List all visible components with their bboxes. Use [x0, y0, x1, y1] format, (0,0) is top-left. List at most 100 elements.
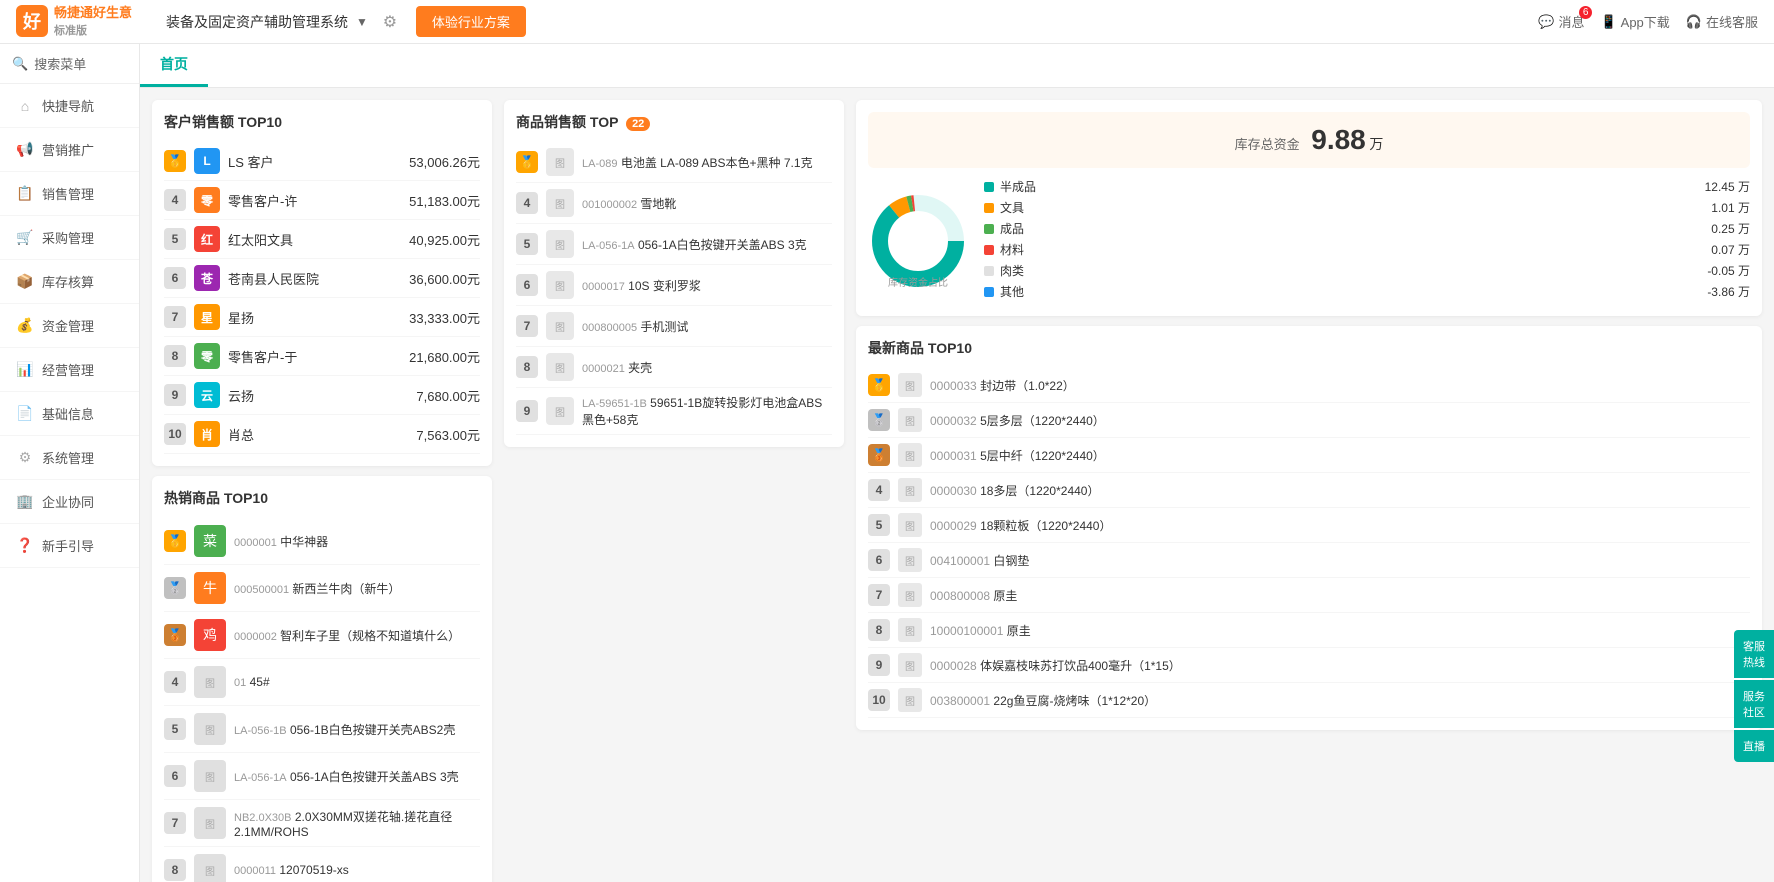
product-rank-item: 9 图 LA-59651-1B 59651-1B旋转投影灯电池盒ABS黑色+58… [516, 388, 832, 435]
system-dropdown-icon[interactable]: ▼ [356, 15, 368, 29]
gear-icon[interactable]: ⚙ [376, 8, 404, 36]
hot-product-item: 4 图 01 45# [164, 659, 480, 706]
service-hotline-button[interactable]: 客服热线 [1734, 630, 1774, 678]
new-product-item: 🥇 图 0000033 封边带（1.0*22） [868, 368, 1750, 403]
customer-name: 星扬 [228, 308, 401, 327]
new-product-item: 7 图 000800008 原圭 [868, 578, 1750, 613]
customer-rank-card: 客户销售额 TOP10 🥇 L LS 客户 53,006.26元 4 零 零售客 [152, 100, 492, 466]
np-rank: 9 [868, 654, 890, 676]
rank-number: 6 [164, 267, 186, 289]
new-product-item: 8 图 10000100001 原圭 [868, 613, 1750, 648]
new-products-list: 🥇 图 0000033 封边带（1.0*22） 🥈 图 0000032 5层多层… [868, 368, 1750, 718]
sidebar-item-system[interactable]: ⚙ 系统管理 [0, 436, 139, 480]
customer-name: 零售客户-于 [228, 347, 401, 366]
np-info: 0000029 18颗粒板（1220*2440） [930, 517, 1750, 534]
np-image: 图 [898, 548, 922, 572]
purchase-icon: 🛒 [16, 229, 34, 247]
home-icon: ⌂ [16, 97, 34, 115]
hot-product-item: 🥉 鸡 0000002 智利车子里（规格不知道填什么） [164, 612, 480, 659]
avatar: 星 [194, 304, 220, 330]
np-rank: 6 [868, 549, 890, 571]
hp-info: LA-056-1A 056-1A白色按键开关盖ABS 3壳 [234, 768, 480, 785]
float-buttons: 客服热线 服务社区 直播 [1734, 630, 1774, 762]
np-info: 0000032 5层多层（1220*2440） [930, 412, 1750, 429]
avatar: 苍 [194, 265, 220, 291]
legend-item: 半成品 12.45 万 [984, 178, 1750, 195]
trial-button[interactable]: 体验行业方案 [416, 6, 526, 37]
app-download-button[interactable]: 📱 App下载 [1600, 12, 1669, 31]
message-button[interactable]: 💬 消息 6 [1538, 12, 1584, 31]
logo-icon: 好 [16, 5, 48, 37]
rank-item: 7 星 星扬 33,333.00元 [164, 298, 480, 337]
rank-number: 5 [516, 233, 538, 255]
np-image: 图 [898, 408, 922, 432]
chart-label: 库存资金占比 [868, 274, 968, 289]
nav-tabs: 首页 [140, 44, 1774, 88]
hp-info: 0000002 智利车子里（规格不知道填什么） [234, 627, 480, 644]
customer-name: 苍南县人民医院 [228, 269, 401, 288]
search-menu[interactable]: 🔍 搜索菜单 [0, 44, 139, 84]
legend-color [984, 266, 994, 276]
rank-item: 8 零 零售客户-于 21,680.00元 [164, 337, 480, 376]
product-image: 图 [546, 271, 574, 299]
np-image: 图 [898, 478, 922, 502]
product-rank-item: 🥇 图 LA-089 电池盖 LA-089 ABS本色+黑种 7.1克 [516, 142, 832, 183]
hp-info: 0000011 12070519-xs [234, 863, 480, 877]
product-info: LA-056-1A 056-1A白色按键开关盖ABS 3克 [582, 236, 832, 253]
donut-container: 库存资金占比 半成品 12.45 万 文具 1.01 万 [868, 178, 1750, 304]
system-selector[interactable]: 装备及固定资产辅助管理系统 ▼ ⚙ 体验行业方案 [156, 6, 1538, 37]
sidebar-item-finance[interactable]: 💰 资金管理 [0, 304, 139, 348]
search-icon: 🔍 [12, 56, 28, 72]
customer-value: 7,680.00元 [416, 386, 480, 405]
legend-item: 文具 1.01 万 [984, 199, 1750, 216]
service-button[interactable]: 🎧 在线客服 [1686, 12, 1758, 31]
tab-home[interactable]: 首页 [140, 44, 208, 87]
new-product-item: 🥈 图 0000032 5层多层（1220*2440） [868, 403, 1750, 438]
hp-image: 菜 [194, 525, 226, 557]
enterprise-icon: 🏢 [16, 493, 34, 511]
np-info: 004100001 白钢垫 [930, 552, 1750, 569]
rank-number: 9 [164, 384, 186, 406]
hp-rank: 8 [164, 859, 186, 881]
product-info: 0000021 夹壳 [582, 359, 832, 376]
avatar: 零 [194, 187, 220, 213]
sidebar-item-enterprise[interactable]: 🏢 企业协同 [0, 480, 139, 524]
rank-item: 6 苍 苍南县人民医院 36,600.00元 [164, 259, 480, 298]
hot-products-card: 热销商品 TOP10 🥇 菜 0000001 中华神器 🥈 牛 [152, 476, 492, 882]
rank-number: 7 [164, 306, 186, 328]
stock-icon: 📦 [16, 273, 34, 291]
rank-number: 9 [516, 400, 538, 422]
product-rank-title: 商品销售额 TOP 22 [516, 112, 832, 132]
sidebar-item-marketing[interactable]: 📢 营销推广 [0, 128, 139, 172]
product-rank-item: 8 图 0000021 夹壳 [516, 347, 832, 388]
sidebar-item-purchase[interactable]: 🛒 采购管理 [0, 216, 139, 260]
hp-rank: 6 [164, 765, 186, 787]
live-button[interactable]: 直播 [1734, 730, 1774, 762]
product-info: 000800005 手机测试 [582, 318, 832, 335]
hot-product-item: 8 图 0000011 12070519-xs [164, 847, 480, 882]
hp-info: 0000001 中华神器 [234, 533, 480, 550]
sidebar-item-quick-nav[interactable]: ⌂ 快捷导航 [0, 84, 139, 128]
np-image: 图 [898, 688, 922, 712]
sidebar-item-operation[interactable]: 📊 经营管理 [0, 348, 139, 392]
operation-icon: 📊 [16, 361, 34, 379]
service-community-button[interactable]: 服务社区 [1734, 680, 1774, 728]
avatar: 云 [194, 382, 220, 408]
column-left: 客户销售额 TOP10 🥇 L LS 客户 53,006.26元 4 零 零售客 [152, 100, 492, 870]
hp-rank: 🥇 [164, 530, 186, 552]
new-products-title: 最新商品 TOP10 [868, 338, 1750, 358]
hp-image: 鸡 [194, 619, 226, 651]
stock-total-unit: 万 [1369, 136, 1383, 152]
rank-item: 🥇 L LS 客户 53,006.26元 [164, 142, 480, 181]
product-image: 图 [546, 189, 574, 217]
product-image: 图 [546, 230, 574, 258]
np-info: 003800001 22g鱼豆腐-烧烤味（1*12*20） [930, 692, 1750, 709]
sidebar-item-guide[interactable]: ❓ 新手引导 [0, 524, 139, 568]
sidebar-item-stock[interactable]: 📦 库存核算 [0, 260, 139, 304]
customer-name: 零售客户-许 [228, 191, 401, 210]
sidebar-item-basic-info[interactable]: 📄 基础信息 [0, 392, 139, 436]
rank-number: 10 [164, 423, 186, 445]
customer-name: 红太阳文具 [228, 230, 401, 249]
marketing-icon: 📢 [16, 141, 34, 159]
sidebar-item-sales[interactable]: 📋 销售管理 [0, 172, 139, 216]
